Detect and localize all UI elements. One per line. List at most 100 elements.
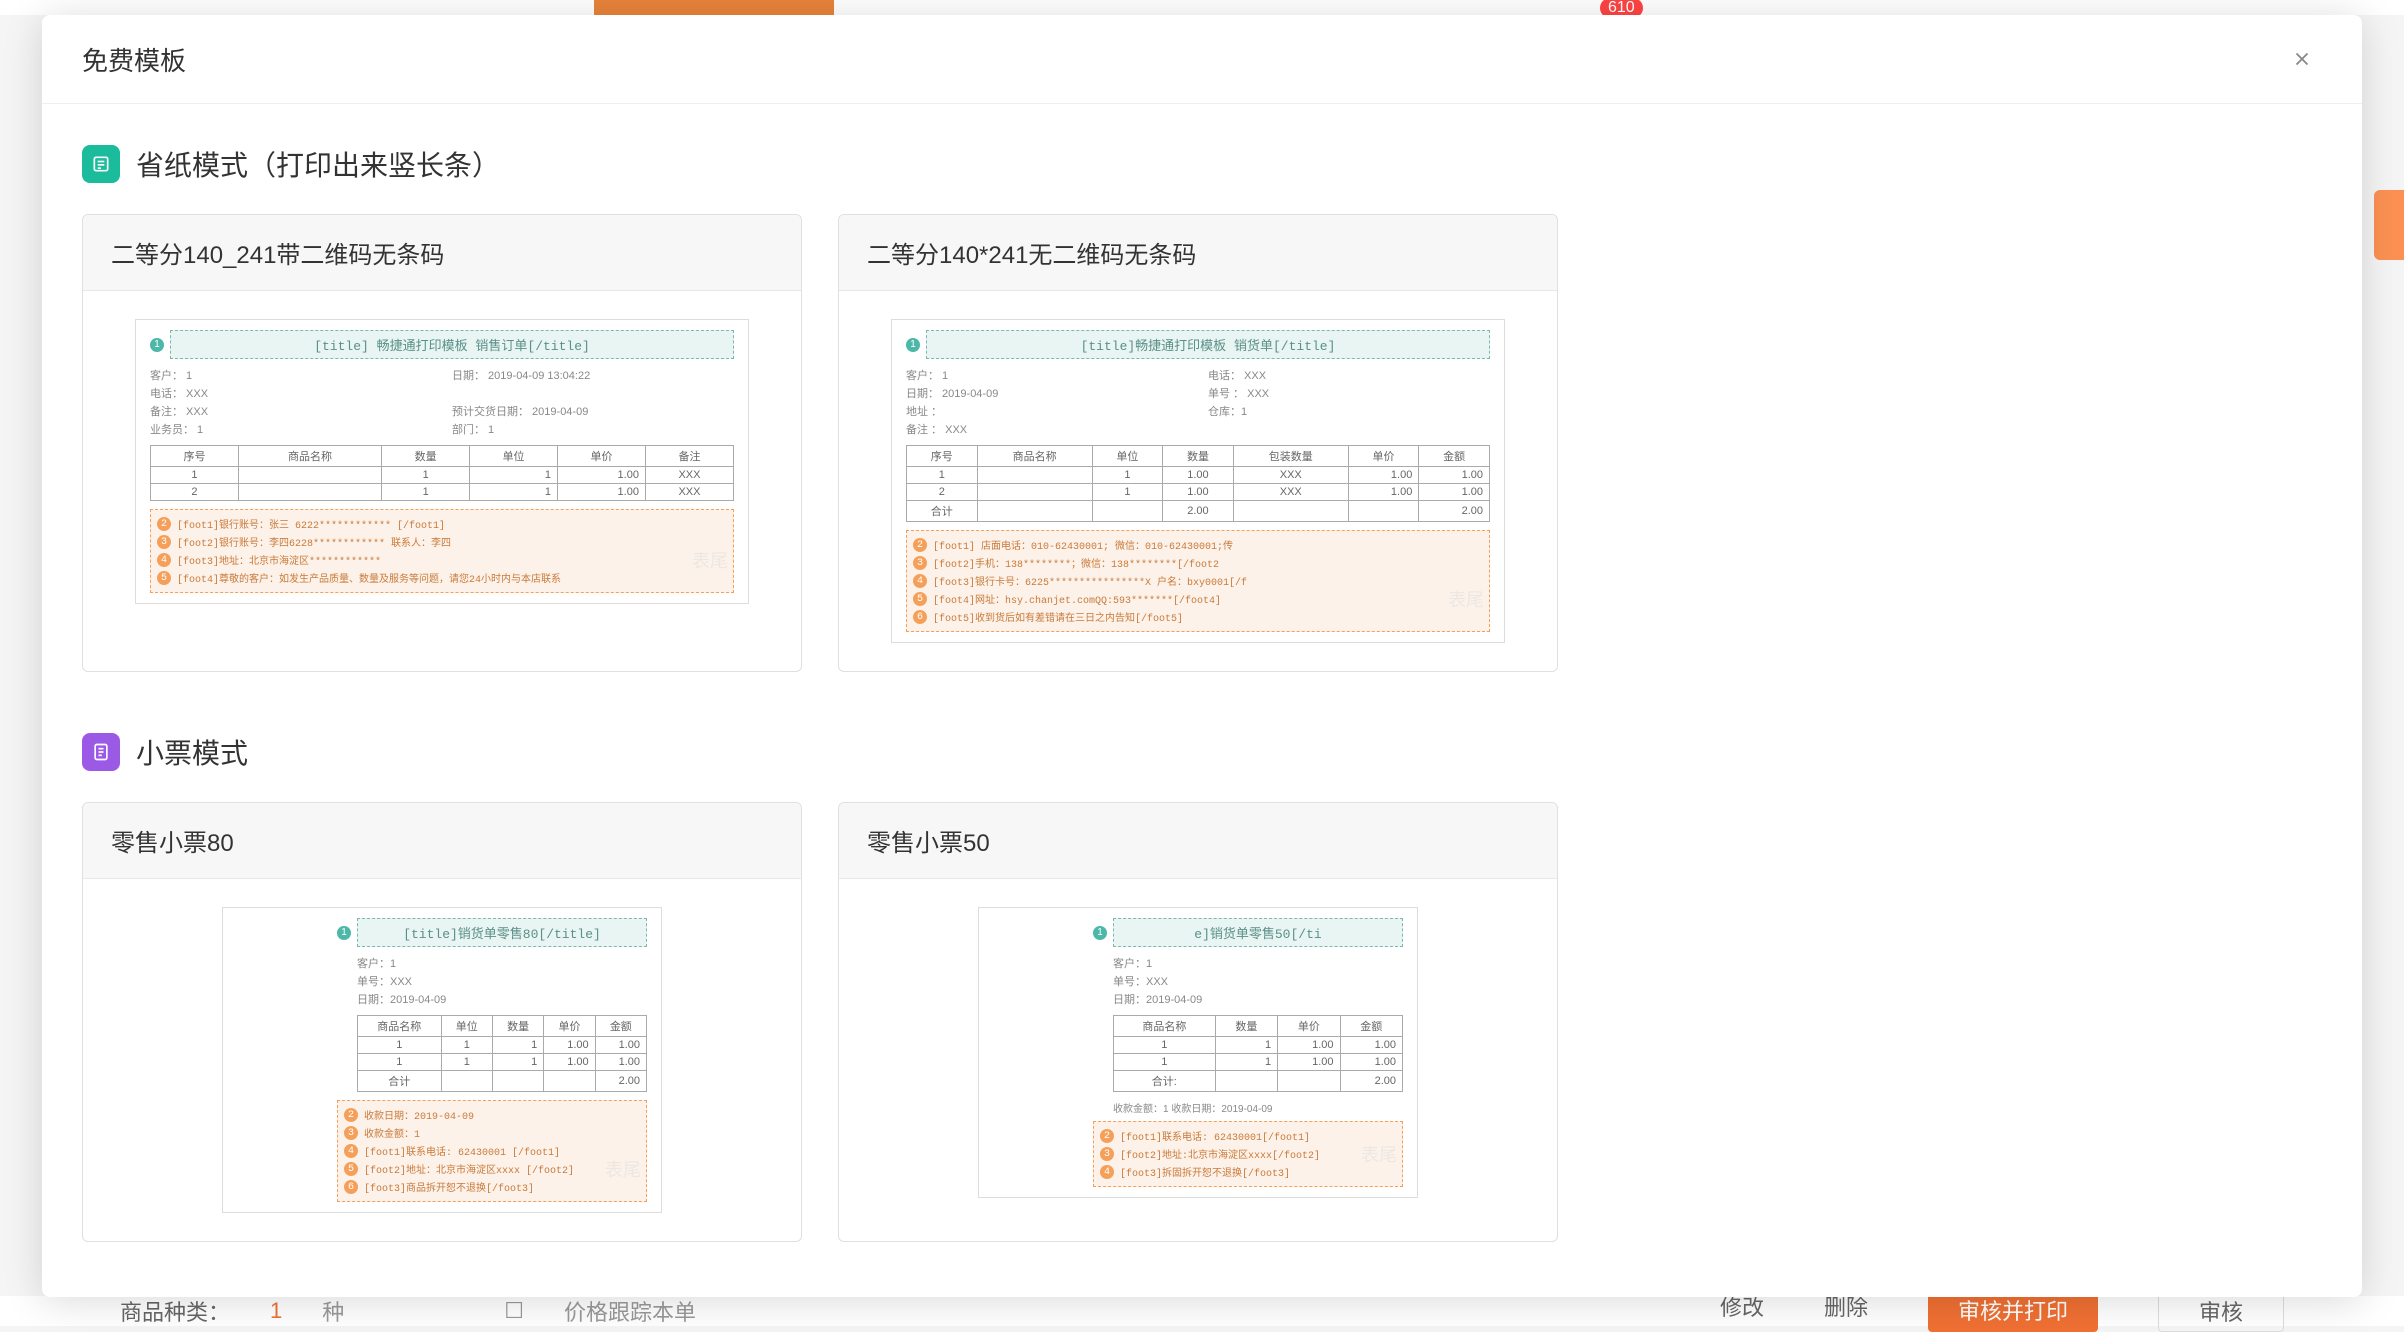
- modal-title: 免费模板: [82, 41, 186, 78]
- table-cell: [1348, 501, 1419, 522]
- template-card[interactable]: 零售小票801[title]销货单零售80[/title]客户：1单号：XXX日…: [82, 802, 802, 1242]
- template-info-item: 客户：1: [1113, 955, 1403, 971]
- table-header: 单价: [1278, 1016, 1340, 1037]
- table-cell: 1: [470, 484, 558, 501]
- bullet-icon: 2: [157, 517, 171, 531]
- template-footer-section: 2[foot1] 店面电话：010-62430001; 微信：010-62430…: [906, 530, 1490, 632]
- table-cell: XXX: [645, 484, 733, 501]
- bullet-icon: 4: [157, 553, 171, 567]
- table-header: 金额: [1419, 446, 1490, 467]
- template-footer-row: 6[foot3]商品拆开恕不退换[/foot3]: [344, 1179, 640, 1195]
- table-cell: 1: [470, 467, 558, 484]
- table-cell: [977, 467, 1092, 484]
- template-preview: 1e]销货单零售50[/ti客户：1单号：XXX日期：2019-04-09商品名…: [978, 907, 1418, 1198]
- bullet-icon: 3: [1100, 1147, 1114, 1161]
- table-cell: 1: [1114, 1037, 1216, 1054]
- template-info-item: 仓库：1: [1208, 403, 1490, 419]
- table-cell: 1: [1215, 1037, 1277, 1054]
- bullet-icon: 2: [913, 538, 927, 552]
- bullet-icon: 2: [1100, 1129, 1114, 1143]
- table-header: 数量: [1215, 1016, 1277, 1037]
- template-preview-title: [title]畅捷通打印模板 销货单[/title]: [926, 330, 1490, 359]
- template-card-body: 1e]销货单零售50[/ti客户：1单号：XXX日期：2019-04-09商品名…: [839, 879, 1557, 1226]
- table-cell: 1: [358, 1037, 442, 1054]
- template-info-item: [452, 385, 734, 401]
- table-cell: [1278, 1071, 1340, 1092]
- table-cell: 1.00: [544, 1037, 595, 1054]
- table-header: 数量: [492, 1016, 543, 1037]
- modal-header: 免费模板: [42, 15, 2362, 104]
- table-cell: XXX: [1233, 467, 1348, 484]
- table-cell: 2: [151, 484, 239, 501]
- table-cell: 1.00: [558, 467, 646, 484]
- template-footer-row: 2[foot1]联系电话: 62430001[/foot1]: [1100, 1128, 1396, 1144]
- template-footer-row: 5[foot4]网址：hsy.chanjet.comQQ:593*******[…: [913, 591, 1483, 607]
- template-card-title: 零售小票50: [839, 803, 1557, 879]
- template-footer-row: 5[foot2]地址：北京市海淀区xxxx [/foot2]: [344, 1161, 640, 1177]
- table-row: 合计2.00: [358, 1071, 647, 1092]
- bullet-icon: 3: [344, 1126, 358, 1140]
- table-cell: 1.00: [1348, 467, 1419, 484]
- table-header: 单位: [470, 446, 558, 467]
- template-card-body: 1[title]畅捷通打印模板 销货单[/title]客户： 1电话： XXX日…: [839, 291, 1557, 671]
- template-footer-row: 2收款日期：2019-04-09: [344, 1107, 640, 1123]
- table-cell: 1.00: [1163, 484, 1234, 501]
- modal-body: 省纸模式（打印出来竖长条） 二等分140_241带二维码无条码1[title] …: [42, 104, 2362, 1297]
- template-footer-row: 4[foot3]银行卡号：6225****************X 户名：bx…: [913, 573, 1483, 589]
- template-info-item: 日期：2019-04-09: [357, 991, 647, 1007]
- table-cell: 1.00: [1163, 467, 1234, 484]
- table-cell: 1.00: [1419, 484, 1490, 501]
- table-cell: 1.00: [544, 1054, 595, 1071]
- table-header: 备注: [645, 446, 733, 467]
- section-paper-saving-title: 省纸模式（打印出来竖长条）: [136, 144, 500, 184]
- template-footer-row: 2[foot1] 店面电话：010-62430001; 微信：010-62430…: [913, 537, 1483, 553]
- table-header: 商品名称: [358, 1016, 442, 1037]
- table-cell: 1: [441, 1054, 492, 1071]
- template-footer-row: 4[foot3]拆固拆开恕不退换[/foot3]: [1100, 1164, 1396, 1180]
- template-footer-section: 2[foot1]联系电话: 62430001[/foot1]3[foot2]地址…: [1093, 1121, 1403, 1187]
- table-header: 数量: [382, 446, 470, 467]
- table-cell: 2.00: [1163, 501, 1234, 522]
- bullet-icon: 4: [913, 574, 927, 588]
- template-card[interactable]: 零售小票501e]销货单零售50[/ti客户：1单号：XXX日期：2019-04…: [838, 802, 1558, 1242]
- table-header: 商品名称: [977, 446, 1092, 467]
- template-info-grid: 客户：1单号：XXX日期：2019-04-09: [237, 955, 647, 1007]
- table-row: 111.00XXX1.001.00: [907, 467, 1490, 484]
- table-cell: 1.00: [1340, 1054, 1402, 1071]
- template-info-item: 单号：XXX: [1113, 973, 1403, 989]
- template-card-title: 二等分140*241无二维码无条码: [839, 215, 1557, 291]
- table-cell: [238, 484, 381, 501]
- template-extra-info: 收款金额：1 收款日期：2019-04-09: [1113, 1100, 1403, 1115]
- template-preview: 1[title]销货单零售80[/title]客户：1单号：XXX日期：2019…: [222, 907, 662, 1213]
- table-cell: [977, 484, 1092, 501]
- table-row: 111.001.00: [1114, 1037, 1403, 1054]
- bullet-icon: 3: [157, 535, 171, 549]
- table-cell: 2: [907, 484, 978, 501]
- table-cell: 1.00: [558, 484, 646, 501]
- template-footer-row: 4[foot1]联系电话: 62430001 [/foot1]: [344, 1143, 640, 1159]
- template-preview-title: [title] 畅捷通打印模板 销售订单[/title]: [170, 330, 734, 359]
- template-preview: 1[title]畅捷通打印模板 销货单[/title]客户： 1电话： XXX日…: [891, 319, 1505, 643]
- table-header: 商品名称: [238, 446, 381, 467]
- template-card-title: 零售小票80: [83, 803, 801, 879]
- table-header: 单位: [441, 1016, 492, 1037]
- template-card[interactable]: 二等分140_241带二维码无条码1[title] 畅捷通打印模板 销售订单[/…: [82, 214, 802, 672]
- template-card[interactable]: 二等分140*241无二维码无条码 1 [title]畅捷通打印模板 销货单[/ti…: [838, 214, 1558, 672]
- template-preview-table: 商品名称数量单价金额111.001.00111.001.00合计:2.00: [1113, 1015, 1403, 1092]
- template-info-grid: 客户： 1日期： 2019-04-09 13:04:22电话： XXX备注： X…: [150, 367, 734, 437]
- table-cell: 1: [907, 467, 978, 484]
- template-info-item: 地址 ：: [906, 403, 1188, 419]
- table-row: 1111.001.00: [358, 1037, 647, 1054]
- close-button[interactable]: [2282, 39, 2322, 79]
- templates-modal: 免费模板 省纸模式（打印出来竖长条） 二等分140_241带二维码无条码1[ti…: [42, 15, 2362, 1297]
- table-row: 2111.00XXX: [151, 484, 734, 501]
- table-cell: 1: [492, 1037, 543, 1054]
- watermark: 表尾: [1448, 586, 1484, 612]
- table-cell: 1.00: [1278, 1037, 1340, 1054]
- template-info-item: 单号：XXX: [357, 973, 647, 989]
- table-cell: 1.00: [1419, 467, 1490, 484]
- table-row: 合计2.002.00: [907, 501, 1490, 522]
- table-row: 211.00XXX1.001.00: [907, 484, 1490, 501]
- table-cell: [1092, 501, 1163, 522]
- paper-saving-templates: 二等分140_241带二维码无条码1[title] 畅捷通打印模板 销售订单[/…: [82, 214, 2322, 672]
